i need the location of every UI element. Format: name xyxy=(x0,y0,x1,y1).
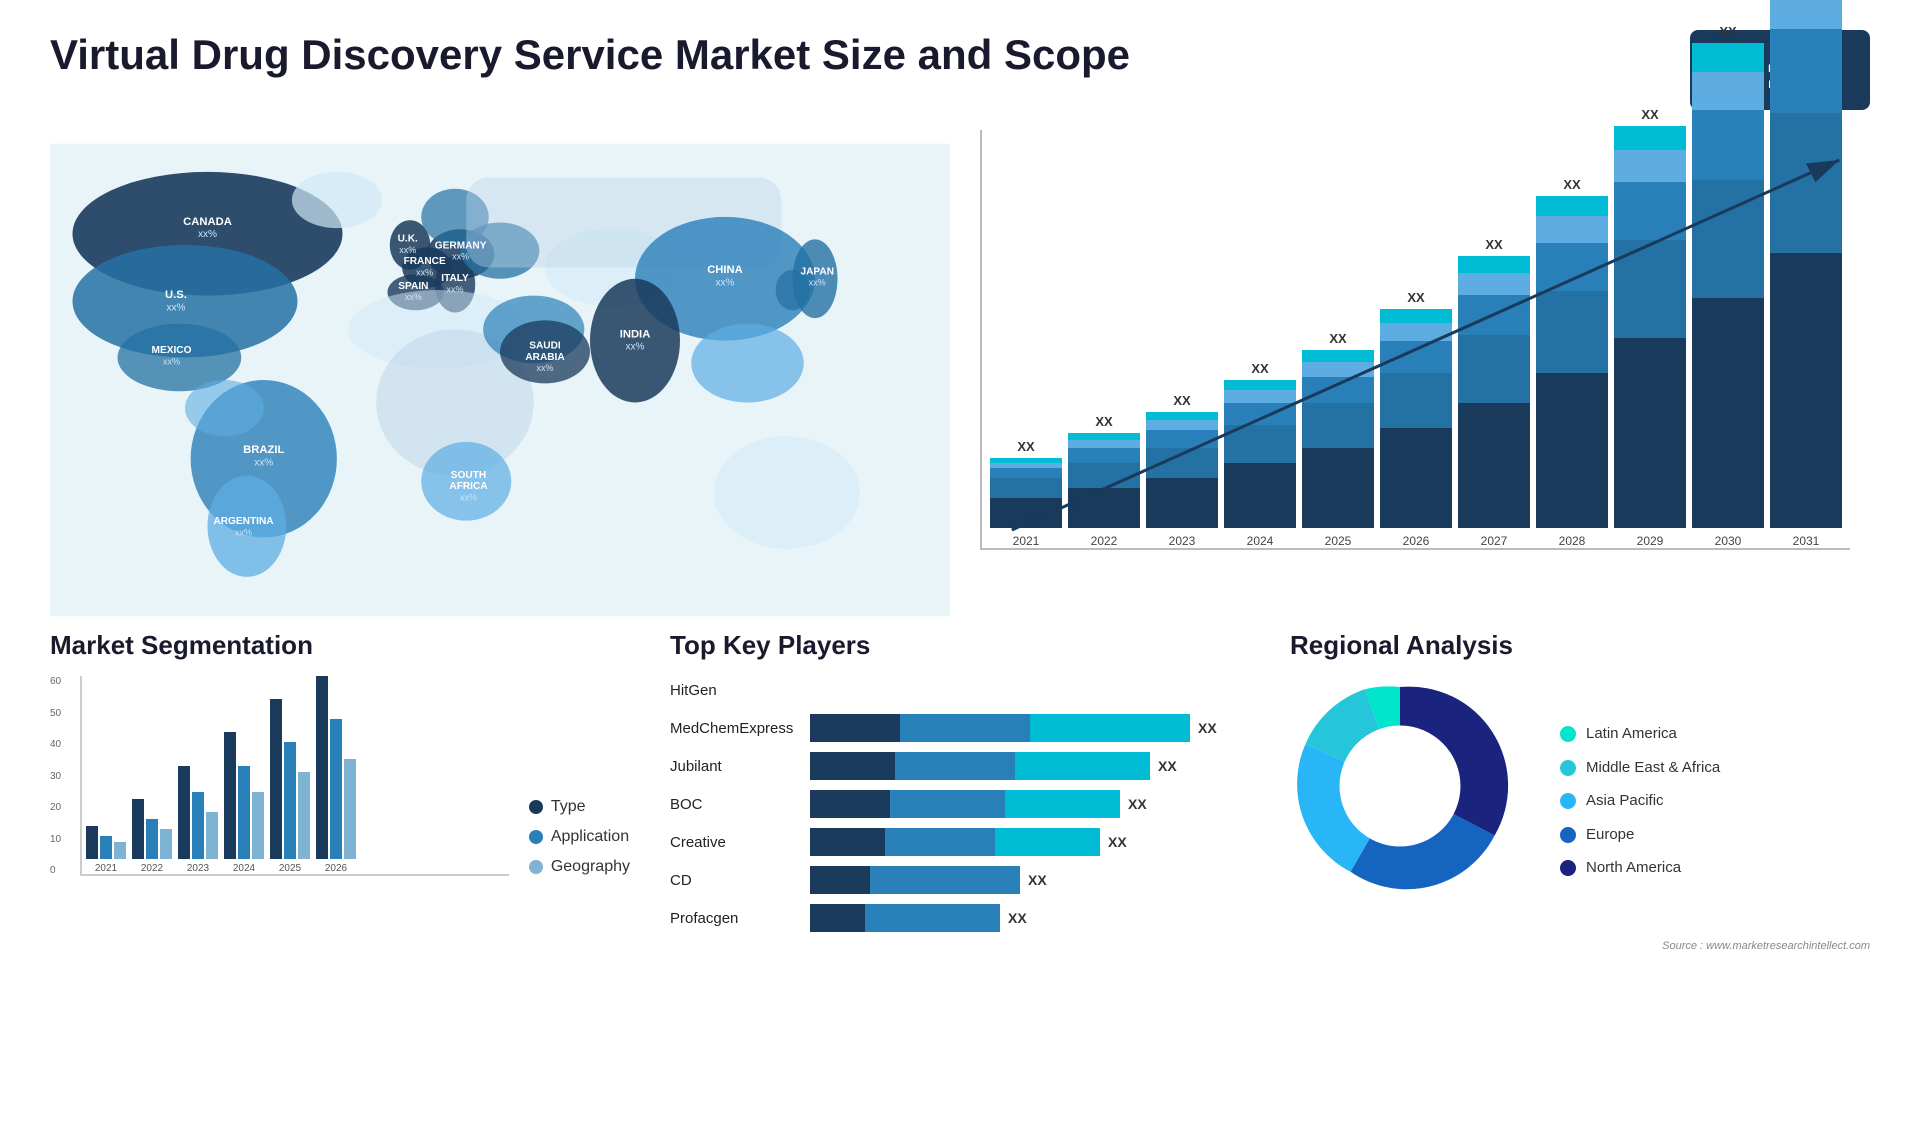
player-xx-jubilant: XX xyxy=(1158,758,1177,774)
svg-text:SPAIN: SPAIN xyxy=(398,281,428,292)
legend-europe: Europe xyxy=(1560,825,1720,845)
player-name-creative: Creative xyxy=(670,834,800,851)
source-text: Source : www.marketresearchintellect.com xyxy=(1662,940,1870,952)
legend-asia-pacific: Asia Pacific xyxy=(1560,791,1720,811)
svg-text:FRANCE: FRANCE xyxy=(404,256,446,267)
svg-text:xx%: xx% xyxy=(446,284,463,294)
asia-pacific-label: Asia Pacific xyxy=(1586,791,1664,811)
asia-pacific-dot xyxy=(1560,793,1576,809)
svg-text:xx%: xx% xyxy=(460,492,477,502)
seg-legend: Type Application Geography xyxy=(529,798,630,876)
players-section: Top Key Players HitGen MedChemExpress xyxy=(670,630,1250,954)
segmentation-section: Market Segmentation 0 10 20 30 40 50 60 xyxy=(50,630,630,954)
player-xx-mce: XX xyxy=(1198,720,1217,736)
svg-text:BRAZIL: BRAZIL xyxy=(243,444,284,456)
svg-text:xx%: xx% xyxy=(416,267,433,277)
legend-type-label: Type xyxy=(551,798,586,816)
svg-text:CANADA: CANADA xyxy=(183,216,232,228)
svg-text:xx%: xx% xyxy=(625,342,644,353)
svg-text:SAUDI: SAUDI xyxy=(529,341,561,352)
legend-type: Type xyxy=(529,798,630,816)
regional-title: Regional Analysis xyxy=(1290,630,1870,661)
player-jubilant: Jubilant XX xyxy=(670,752,1250,780)
legend-application: Application xyxy=(529,828,630,846)
svg-text:xx%: xx% xyxy=(536,363,553,373)
regional-content: Latin America Middle East & Africa Asia … xyxy=(1290,676,1870,926)
player-name-cd: CD xyxy=(670,872,800,889)
player-name-boc: BOC xyxy=(670,796,800,813)
svg-text:ARGENTINA: ARGENTINA xyxy=(213,516,274,527)
north-america-dot xyxy=(1560,860,1576,876)
svg-text:U.K.: U.K. xyxy=(398,234,418,245)
svg-text:AFRICA: AFRICA xyxy=(449,481,488,492)
player-medchemexpress: MedChemExpress XX xyxy=(670,714,1250,742)
svg-text:xx%: xx% xyxy=(452,252,469,262)
world-map-svg: CANADA xx% U.S. xx% MEXICO xx% BRAZIL xx… xyxy=(50,130,950,630)
application-dot xyxy=(529,830,543,844)
legend-application-label: Application xyxy=(551,828,629,846)
svg-text:U.S.: U.S. xyxy=(165,289,187,301)
svg-text:INDIA: INDIA xyxy=(620,328,651,340)
geography-dot xyxy=(529,860,543,874)
segmentation-title: Market Segmentation xyxy=(50,630,630,661)
players-list: HitGen MedChemExpress xyxy=(670,676,1250,932)
world-map-section: CANADA xx% U.S. xx% MEXICO xx% BRAZIL xx… xyxy=(50,130,950,630)
seg-y-axis: 0 10 20 30 40 50 60 xyxy=(50,676,61,876)
svg-text:JAPAN: JAPAN xyxy=(800,266,834,277)
svg-text:xx%: xx% xyxy=(809,278,826,288)
svg-text:xx%: xx% xyxy=(166,302,185,313)
legend-latin-america: Latin America xyxy=(1560,724,1720,744)
svg-text:xx%: xx% xyxy=(399,245,416,255)
latin-america-label: Latin America xyxy=(1586,724,1677,744)
svg-text:xx%: xx% xyxy=(715,278,734,289)
seg-bars: 2021 2022 xyxy=(80,676,509,876)
regional-legend: Latin America Middle East & Africa Asia … xyxy=(1560,724,1720,878)
svg-text:GERMANY: GERMANY xyxy=(435,240,487,251)
players-title: Top Key Players xyxy=(670,630,1250,661)
svg-text:xx%: xx% xyxy=(254,458,273,469)
svg-text:xx%: xx% xyxy=(198,229,217,240)
legend-geography: Geography xyxy=(529,858,630,876)
player-creative: Creative XX xyxy=(670,828,1250,856)
legend-north-america: North America xyxy=(1560,858,1720,878)
player-name-profacgen: Profacgen xyxy=(670,910,800,927)
svg-text:SOUTH: SOUTH xyxy=(451,470,486,481)
middle-east-dot xyxy=(1560,760,1576,776)
svg-text:xx%: xx% xyxy=(163,356,180,366)
svg-text:ARABIA: ARABIA xyxy=(525,352,565,363)
svg-text:ITALY: ITALY xyxy=(441,273,469,284)
type-dot xyxy=(529,800,543,814)
europe-dot xyxy=(1560,827,1576,843)
north-america-label: North America xyxy=(1586,858,1681,878)
svg-text:xx%: xx% xyxy=(405,292,422,302)
regional-section: Regional Analysis xyxy=(1290,630,1870,954)
growth-chart-section: XX 2021 XX xyxy=(970,130,1870,630)
player-boc: BOC XX xyxy=(670,790,1250,818)
player-name-jubilant: Jubilant xyxy=(670,758,800,775)
legend-geography-label: Geography xyxy=(551,858,630,876)
player-xx-cd: XX xyxy=(1028,872,1047,888)
player-cd: CD XX xyxy=(670,866,1250,894)
svg-text:CHINA: CHINA xyxy=(707,264,743,276)
legend-middle-east: Middle East & Africa xyxy=(1560,758,1720,778)
player-xx-creative: XX xyxy=(1108,834,1127,850)
player-xx-boc: XX xyxy=(1128,796,1147,812)
player-name-hitgen: HitGen xyxy=(670,682,800,699)
svg-text:xx%: xx% xyxy=(235,527,252,537)
middle-east-label: Middle East & Africa xyxy=(1586,758,1720,778)
page-title: Virtual Drug Discovery Service Market Si… xyxy=(50,30,1130,80)
player-profacgen: Profacgen XX xyxy=(670,904,1250,932)
svg-text:MEXICO: MEXICO xyxy=(152,345,192,356)
europe-label: Europe xyxy=(1586,825,1634,845)
player-name-mce: MedChemExpress xyxy=(670,720,800,737)
trend-arrow xyxy=(980,130,1850,550)
donut-chart xyxy=(1290,676,1540,926)
player-xx-profacgen: XX xyxy=(1008,910,1027,926)
player-hitgen: HitGen xyxy=(670,676,1250,704)
latin-america-dot xyxy=(1560,726,1576,742)
